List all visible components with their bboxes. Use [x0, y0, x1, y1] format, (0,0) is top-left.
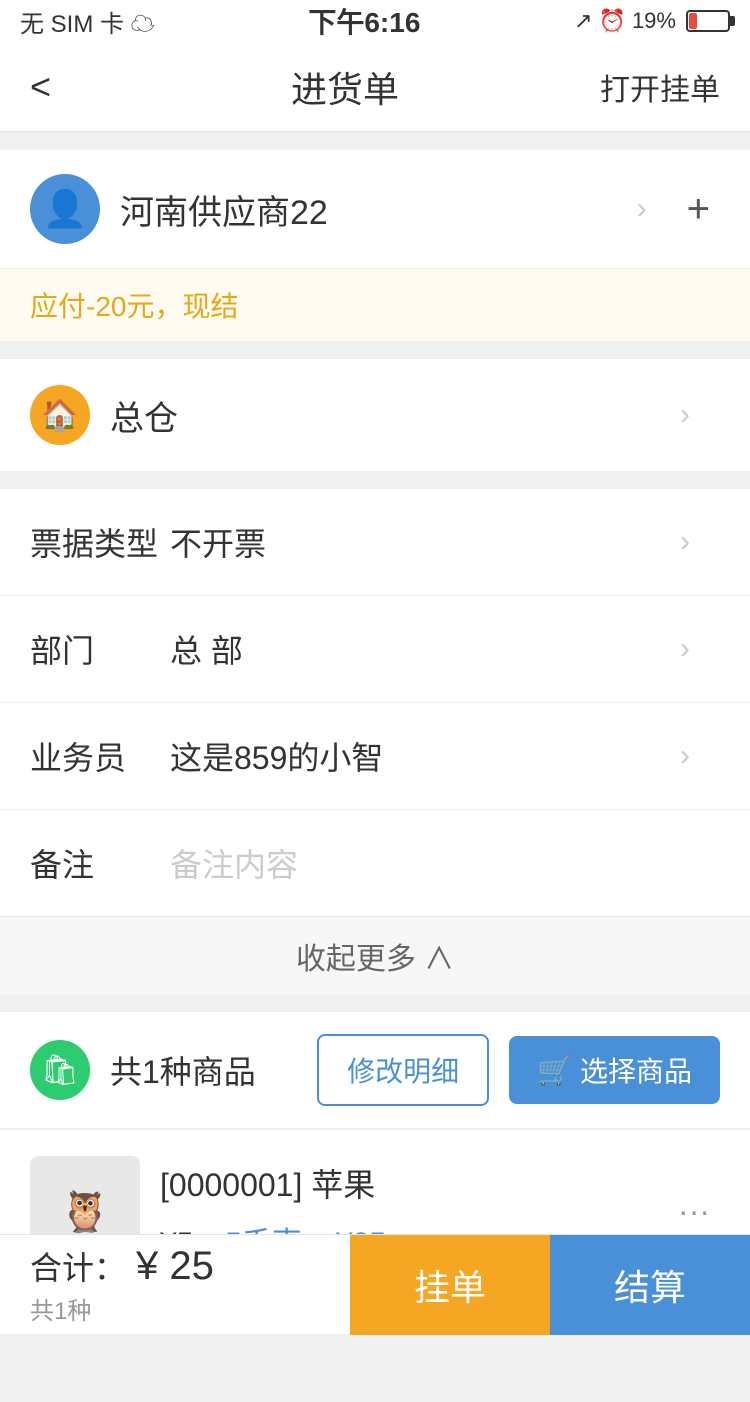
avatar-icon: 👤 [43, 188, 88, 230]
form-card: 票据类型 不开票 › 部门 总 部 › 业务员 这是859的小智 › 备注 备注… [0, 489, 750, 916]
note-label: 备注 [30, 840, 170, 886]
divider-2 [0, 341, 750, 359]
nav-bar: < 进货单 打开挂单 [0, 42, 750, 132]
department-chevron-icon: › [680, 632, 690, 666]
status-left: 无 SIM 卡 ☁ [20, 4, 155, 39]
divider-3 [0, 471, 750, 489]
products-header: 🛍 共1种商品 修改明细 🛒 选择商品 [0, 1012, 750, 1128]
select-product-label: 选择商品 [580, 1050, 692, 1090]
ticket-label: 票据类型 [30, 519, 170, 565]
chevron-right-icon: › [637, 192, 647, 226]
salesperson-label: 业务员 [30, 733, 170, 779]
battery-percent: 19% [632, 8, 676, 34]
department-value: 总 部 [170, 626, 680, 672]
suspend-button[interactable]: 挂单 [350, 1235, 550, 1335]
form-row-note[interactable]: 备注 备注内容 [0, 810, 750, 916]
battery-fill [689, 13, 697, 29]
status-right: ↗ ⏰ 19% [574, 8, 730, 34]
location-icon: ↗ [574, 8, 592, 34]
product-more-button[interactable]: ··· [668, 1183, 720, 1240]
total-sub: 共1种 [30, 1291, 320, 1326]
total-amount: ¥ 25 [136, 1244, 214, 1289]
supplier-avatar: 👤 [30, 174, 100, 244]
salesperson-value: 这是859的小智 [170, 733, 680, 779]
supplier-name: 河南供应商22 [120, 185, 637, 234]
supplier-note: 应付-20元，现结 [0, 269, 750, 341]
bottom-bar: 合计： ¥ 25 共1种 挂单 结算 [0, 1234, 750, 1334]
checkout-button[interactable]: 结算 [550, 1235, 750, 1335]
salesperson-chevron-icon: › [680, 739, 690, 773]
collapse-label: 收起更多 ∧ [296, 934, 454, 978]
select-product-button[interactable]: 🛒 选择商品 [509, 1036, 720, 1104]
note-input[interactable]: 备注内容 [170, 840, 720, 886]
supplier-row[interactable]: 👤 河南供应商22 › + [0, 150, 750, 269]
products-count: 共1种商品 [110, 1047, 297, 1093]
form-row-salesperson[interactable]: 业务员 这是859的小智 › [0, 703, 750, 810]
supplier-card: 👤 河南供应商22 › + 应付-20元，现结 [0, 150, 750, 341]
product-name: [0000001] 苹果 [160, 1160, 648, 1206]
warehouse-name: 总仓 [110, 391, 680, 440]
warehouse-card[interactable]: 🏠 总仓 › [0, 359, 750, 471]
select-product-icon: 🛒 [537, 1054, 572, 1087]
battery-icon [686, 10, 730, 32]
product-thumb-icon: 🦉 [60, 1188, 110, 1235]
edit-detail-button[interactable]: 修改明细 [317, 1034, 489, 1106]
warehouse-row[interactable]: 🏠 总仓 › [0, 359, 750, 471]
back-button[interactable]: < [30, 66, 90, 108]
status-bar: 无 SIM 卡 ☁ 下午6:16 ↗ ⏰ 19% [0, 0, 750, 42]
total-section: 合计： ¥ 25 共1种 [0, 1243, 350, 1326]
product-code: [0000001] [160, 1167, 302, 1203]
add-supplier-button[interactable]: + [677, 187, 720, 232]
open-pending-button[interactable]: 打开挂单 [600, 65, 720, 109]
form-row-ticket[interactable]: 票据类型 不开票 › [0, 489, 750, 596]
total-label: 合计： ¥ 25 [30, 1243, 320, 1289]
product-title: 苹果 [311, 1167, 375, 1203]
collapse-bar[interactable]: 收起更多 ∧ [0, 916, 750, 994]
products-icon: 🛍 [30, 1040, 90, 1100]
sim-status: 无 SIM 卡 ☁ [20, 4, 155, 39]
warehouse-icon: 🏠 [30, 385, 90, 445]
department-label: 部门 [30, 626, 170, 672]
products-icon-symbol: 🛍 [41, 1053, 79, 1088]
page-title: 进货单 [291, 61, 399, 113]
ticket-value: 不开票 [170, 519, 680, 565]
divider-1 [0, 132, 750, 150]
warehouse-chevron-icon: › [680, 398, 690, 432]
warehouse-icon-symbol: 🏠 [41, 398, 78, 433]
ticket-chevron-icon: › [680, 525, 690, 559]
total-text: 合计： [30, 1243, 126, 1289]
status-time: 下午6:16 [308, 1, 420, 41]
form-row-department[interactable]: 部门 总 部 › [0, 596, 750, 703]
alarm-icon: ⏰ [599, 8, 626, 34]
